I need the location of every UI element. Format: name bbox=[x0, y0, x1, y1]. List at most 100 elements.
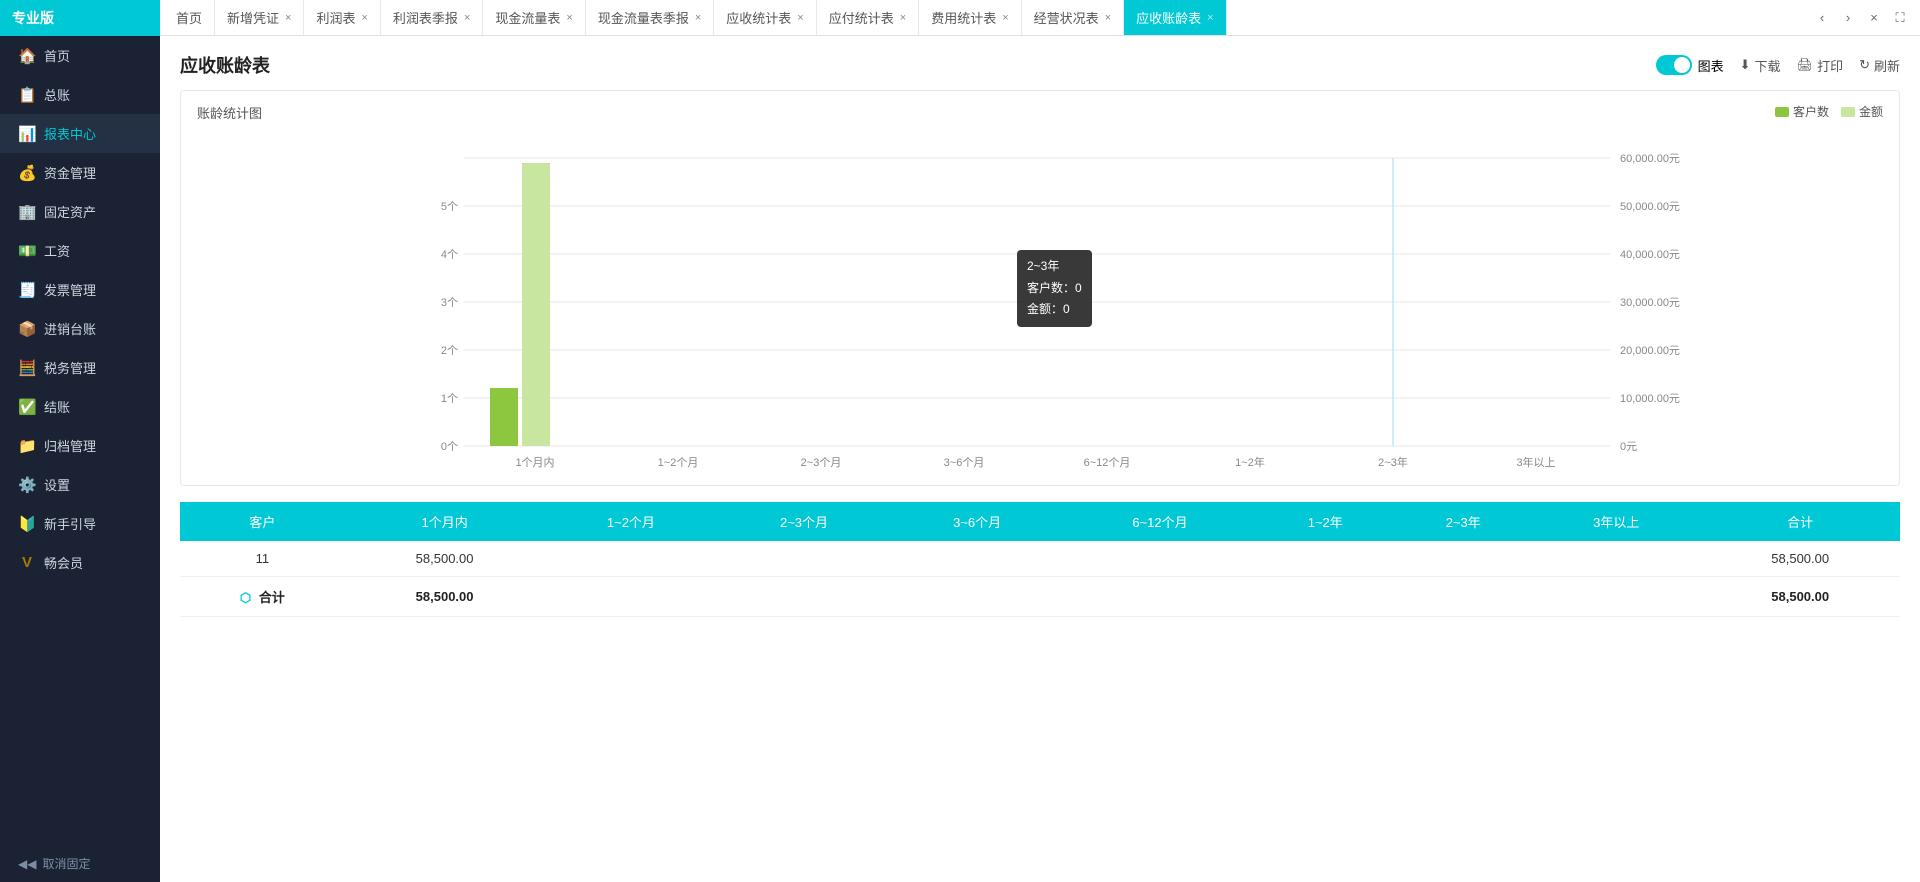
sidebar-item-checkout[interactable]: ✅ 结账 bbox=[0, 387, 160, 426]
vip-icon: V bbox=[18, 554, 36, 571]
tab-close-payable-stat[interactable]: × bbox=[900, 12, 906, 24]
tab-close-cashflow[interactable]: × bbox=[566, 12, 572, 24]
total-m1-2 bbox=[544, 577, 717, 617]
chart-title: 账龄统计图 bbox=[197, 103, 1883, 122]
sidebar-item-guide[interactable]: 🔰 新手引导 bbox=[0, 504, 160, 543]
svg-text:1个月内: 1个月内 bbox=[515, 455, 554, 469]
svg-text:60,000.00元: 60,000.00元 bbox=[1620, 153, 1680, 165]
svg-text:0个: 0个 bbox=[441, 440, 458, 453]
cell-y1-2 bbox=[1256, 541, 1394, 577]
main-area: 首页 新增凭证 × 利润表 × 利润表季报 × 现金流量表 × 现金流量表季报 … bbox=[160, 0, 1920, 882]
refresh-button[interactable]: ↻ 刷新 bbox=[1859, 56, 1900, 75]
report-icon: 📊 bbox=[18, 125, 36, 143]
col-m3-6: 3~6个月 bbox=[891, 502, 1064, 541]
chart-svg-wrap: 0个 1个 2个 3个 4个 5个 0元 10,000.00元 20,000.0… bbox=[197, 130, 1883, 473]
tab-profit[interactable]: 利润表 × bbox=[304, 0, 380, 36]
total-y2-3 bbox=[1394, 577, 1532, 617]
chart-svg: 0个 1个 2个 3个 4个 5个 0元 10,000.00元 20,000.0… bbox=[197, 130, 1883, 470]
data-table: 客户 1个月内 1~2个月 2~3个月 3~6个月 6~12个月 1~2年 2~… bbox=[180, 502, 1900, 617]
col-m2-3: 2~3个月 bbox=[717, 502, 890, 541]
tab-payable-stat[interactable]: 应付统计表 × bbox=[817, 0, 919, 36]
cell-m1: 58,500.00 bbox=[345, 541, 545, 577]
col-total: 合计 bbox=[1700, 502, 1900, 541]
table-header-row: 客户 1个月内 1~2个月 2~3个月 3~6个月 6~12个月 1~2年 2~… bbox=[180, 502, 1900, 541]
refresh-icon: ↻ bbox=[1859, 57, 1870, 73]
sidebar-item-vip[interactable]: V 畅会员 bbox=[0, 543, 160, 582]
sidebar-item-report[interactable]: 📊 报表中心 bbox=[0, 114, 160, 153]
svg-text:1~2个月: 1~2个月 bbox=[658, 456, 699, 469]
svg-text:2~3年: 2~3年 bbox=[1378, 455, 1408, 469]
page-title: 应收账龄表 bbox=[180, 52, 270, 78]
svg-text:3个: 3个 bbox=[441, 296, 458, 309]
tab-cashflow[interactable]: 现金流量表 × bbox=[483, 0, 585, 36]
svg-text:2个: 2个 bbox=[441, 344, 458, 357]
col-m6-12: 6~12个月 bbox=[1064, 502, 1257, 541]
sidebar-item-salary[interactable]: 💵 工资 bbox=[0, 231, 160, 270]
tab-close-cashflow-quarter[interactable]: × bbox=[695, 12, 701, 24]
svg-text:0元: 0元 bbox=[1620, 441, 1637, 453]
tab-maximize-button[interactable]: ⛶ bbox=[1888, 6, 1912, 30]
svg-text:50,000.00元: 50,000.00元 bbox=[1620, 201, 1680, 213]
tab-next-button[interactable]: › bbox=[1836, 6, 1860, 30]
tab-voucher[interactable]: 新增凭证 × bbox=[215, 0, 304, 36]
chart-toggle-wrap: 图表 bbox=[1656, 55, 1724, 75]
tab-age-report[interactable]: 应收账龄表 × bbox=[1124, 0, 1226, 36]
settings-icon: ⚙️ bbox=[18, 476, 36, 494]
sidebar: 专业版 🏠 首页 📋 总账 📊 报表中心 💰 资金管理 🏢 固定资产 💵 工资 … bbox=[0, 0, 160, 882]
archive-icon: 📁 bbox=[18, 437, 36, 455]
total-y1-2 bbox=[1256, 577, 1394, 617]
svg-text:1~2年: 1~2年 bbox=[1235, 455, 1265, 469]
print-icon: 🖨 bbox=[1797, 57, 1814, 73]
tab-close-profit[interactable]: × bbox=[361, 12, 367, 24]
invoice-icon: 🧾 bbox=[18, 281, 36, 299]
sidebar-item-tax[interactable]: 🧮 税务管理 bbox=[0, 348, 160, 387]
cell-total: 58,500.00 bbox=[1700, 541, 1900, 577]
print-button[interactable]: 🖨 打印 bbox=[1797, 56, 1844, 75]
col-y2-3: 2~3年 bbox=[1394, 502, 1532, 541]
page-content: 应收账龄表 图表 ⬇ 下载 🖨 打印 ↻ 刷新 bbox=[160, 36, 1920, 882]
sidebar-item-fund[interactable]: 💰 资金管理 bbox=[0, 153, 160, 192]
tab-close-business-stat[interactable]: × bbox=[1105, 12, 1111, 24]
page-header: 应收账龄表 图表 ⬇ 下载 🖨 打印 ↻ 刷新 bbox=[180, 52, 1900, 78]
sidebar-item-asset[interactable]: 🏢 固定资产 bbox=[0, 192, 160, 231]
checkout-icon: ✅ bbox=[18, 398, 36, 416]
tab-prev-button[interactable]: ‹ bbox=[1810, 6, 1834, 30]
table-row: 11 58,500.00 58,500.00 bbox=[180, 541, 1900, 577]
tab-close-voucher[interactable]: × bbox=[285, 12, 291, 24]
svg-text:5个: 5个 bbox=[441, 200, 458, 213]
cell-m2-3 bbox=[717, 541, 890, 577]
sidebar-unpin-button[interactable]: ◀◀ 取消固定 bbox=[0, 845, 160, 882]
tab-close-expense-stat[interactable]: × bbox=[1002, 12, 1008, 24]
sidebar-item-home[interactable]: 🏠 首页 bbox=[0, 36, 160, 75]
total-m3-6 bbox=[891, 577, 1064, 617]
legend-amount: 金额 bbox=[1841, 103, 1883, 120]
cell-m6-12 bbox=[1064, 541, 1257, 577]
total-icon: ⬡ bbox=[240, 590, 251, 605]
tab-expense-stat[interactable]: 费用统计表 × bbox=[919, 0, 1021, 36]
chart-toggle[interactable] bbox=[1656, 55, 1692, 75]
tab-profit-quarter[interactable]: 利润表季报 × bbox=[381, 0, 483, 36]
cell-customer: 11 bbox=[180, 541, 345, 577]
sidebar-item-invoice[interactable]: 🧾 发票管理 bbox=[0, 270, 160, 309]
tab-business-stat[interactable]: 经营状况表 × bbox=[1022, 0, 1124, 36]
tab-close-age-report[interactable]: × bbox=[1207, 12, 1213, 24]
sidebar-item-settings[interactable]: ⚙️ 设置 bbox=[0, 465, 160, 504]
tab-close-receivable-stat[interactable]: × bbox=[797, 12, 803, 24]
legend-amount-color bbox=[1841, 107, 1855, 117]
download-button[interactable]: ⬇ 下载 bbox=[1740, 56, 1781, 75]
sidebar-item-purchase[interactable]: 📦 进销台账 bbox=[0, 309, 160, 348]
tab-home[interactable]: 首页 bbox=[164, 0, 215, 36]
guide-icon: 🔰 bbox=[18, 515, 36, 533]
cell-m3-6 bbox=[891, 541, 1064, 577]
tab-close-all-button[interactable]: × bbox=[1862, 6, 1886, 30]
legend-customer-color bbox=[1775, 107, 1789, 117]
tab-receivable-stat[interactable]: 应收统计表 × bbox=[714, 0, 816, 36]
svg-text:30,000.00元: 30,000.00元 bbox=[1620, 297, 1680, 309]
total-y3plus bbox=[1532, 577, 1700, 617]
fund-icon: 💰 bbox=[18, 164, 36, 182]
tab-cashflow-quarter[interactable]: 现金流量表季报 × bbox=[586, 0, 714, 36]
sidebar-item-archive[interactable]: 📁 归档管理 bbox=[0, 426, 160, 465]
tab-close-profit-quarter[interactable]: × bbox=[464, 12, 470, 24]
sidebar-item-ledger[interactable]: 📋 总账 bbox=[0, 75, 160, 114]
sidebar-logo: 专业版 bbox=[0, 0, 160, 36]
